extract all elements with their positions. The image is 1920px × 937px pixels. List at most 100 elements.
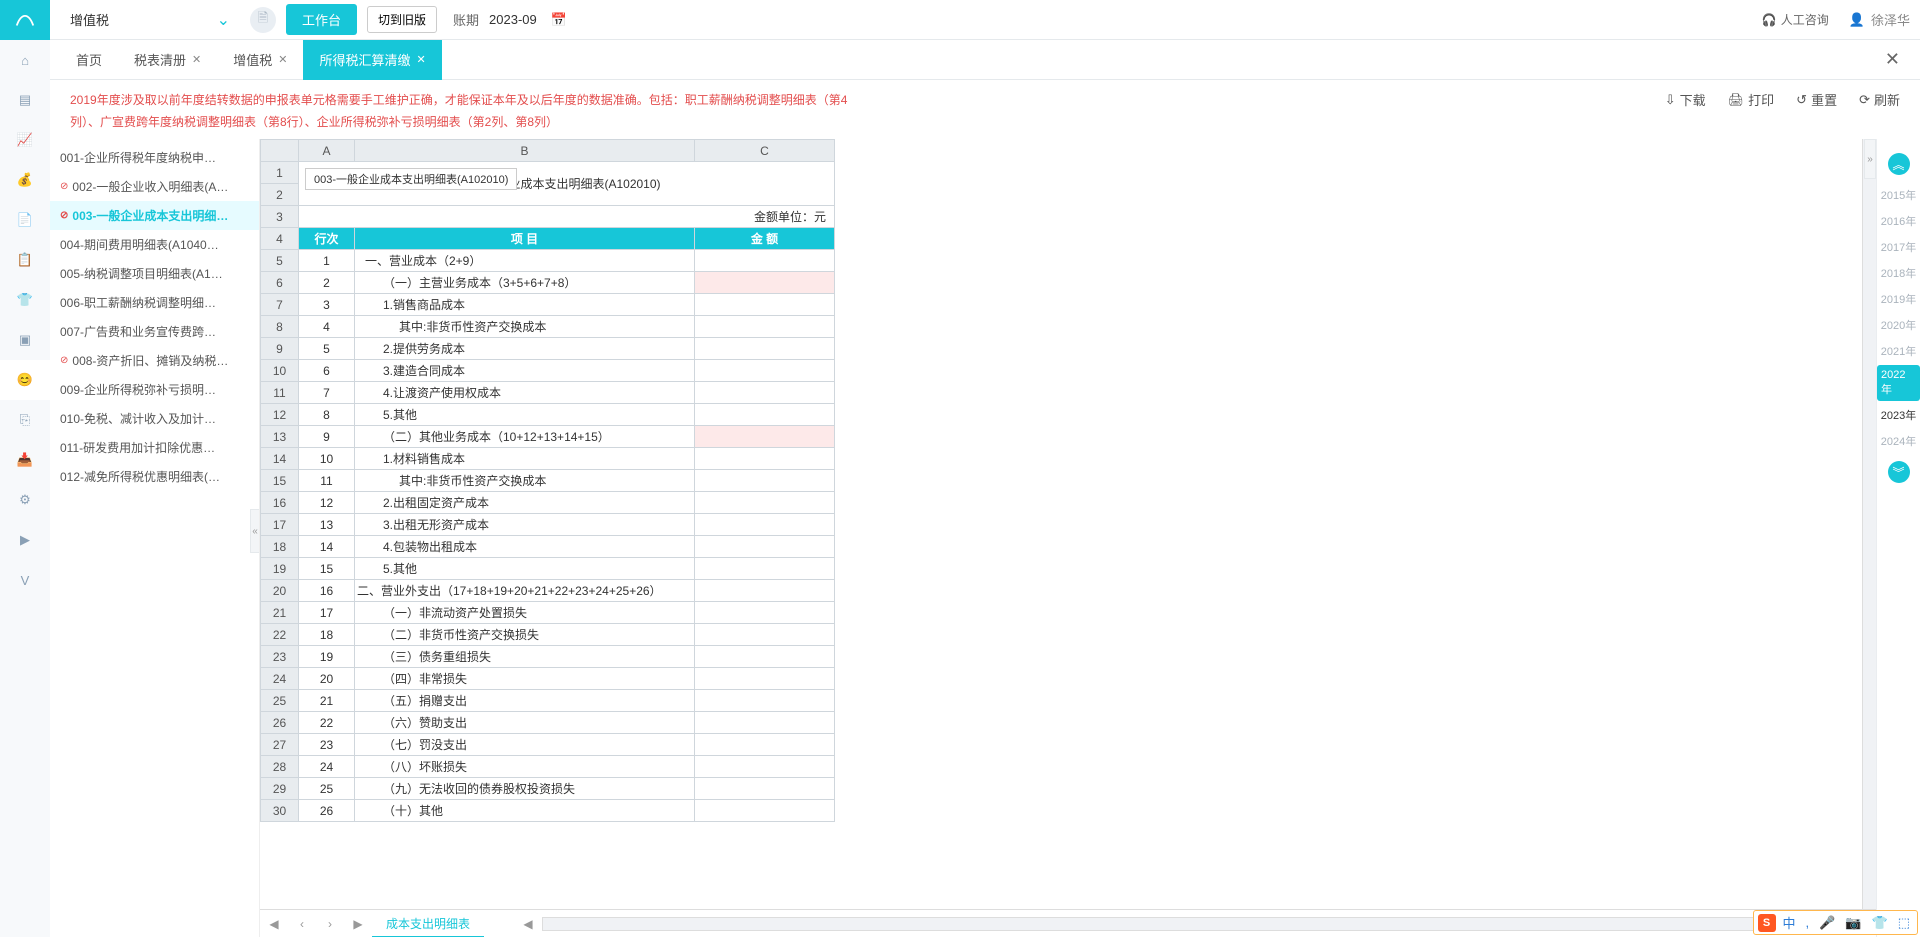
cell-seq[interactable]: 12 xyxy=(299,492,355,514)
cell-amount[interactable] xyxy=(695,294,835,316)
cell-seq[interactable]: 17 xyxy=(299,602,355,624)
year-item[interactable]: 2023年 xyxy=(1881,403,1916,427)
cell-project[interactable]: 其中:非货币性资产交换成本 xyxy=(355,316,695,338)
cell-seq[interactable]: 1 xyxy=(299,250,355,272)
year-item[interactable]: 2016年 xyxy=(1881,209,1916,233)
cell-project[interactable]: （二）其他业务成本（10+12+13+14+15） xyxy=(355,426,695,448)
nav-chart-icon[interactable]: 📈 xyxy=(0,120,50,160)
horizontal-scrollbar[interactable]: ◀▶ xyxy=(514,917,1876,931)
year-item[interactable]: 2022年 xyxy=(1877,365,1920,401)
year-item[interactable]: 2017年 xyxy=(1881,235,1916,259)
nav-tax-icon[interactable]: 😊 xyxy=(0,360,50,400)
cell-amount[interactable] xyxy=(695,316,835,338)
cell-seq[interactable]: 2 xyxy=(299,272,355,294)
cell-seq[interactable]: 13 xyxy=(299,514,355,536)
cell-amount[interactable] xyxy=(695,734,835,756)
ime-camera-icon[interactable]: 📷 xyxy=(1842,915,1864,931)
row-header[interactable]: 24 xyxy=(261,668,299,690)
cell-amount[interactable] xyxy=(695,646,835,668)
cell-amount[interactable] xyxy=(695,470,835,492)
row-header[interactable]: 9 xyxy=(261,338,299,360)
cell-seq[interactable]: 16 xyxy=(299,580,355,602)
doc-icon[interactable]: 🗎 xyxy=(250,7,276,33)
row-header[interactable]: 15 xyxy=(261,470,299,492)
ime-mic-icon[interactable]: 🎤 xyxy=(1816,915,1838,931)
cell-amount[interactable] xyxy=(695,624,835,646)
ime-grid-icon[interactable]: ⬚ xyxy=(1895,915,1913,931)
cell-project[interactable]: 二、营业外支出（17+18+19+20+21+22+23+24+25+26） xyxy=(355,580,695,602)
cell-project[interactable]: 一、营业成本（2+9） xyxy=(355,250,695,272)
close-icon[interactable]: ✕ xyxy=(417,53,426,66)
form-list-item[interactable]: 006-职工薪酬纳税调整明细… xyxy=(50,288,259,317)
close-icon[interactable]: ✕ xyxy=(192,53,201,66)
user-menu[interactable]: 👤 徐泽华 xyxy=(1849,10,1910,29)
cell-project[interactable]: （一）非流动资产处置损失 xyxy=(355,602,695,624)
form-list-item[interactable]: 004-期间费用明细表(A1040… xyxy=(50,230,259,259)
form-list-item[interactable]: 012-减免所得税优惠明细表(… xyxy=(50,462,259,491)
vertical-scrollbar[interactable] xyxy=(1862,139,1876,909)
cell-seq[interactable]: 10 xyxy=(299,448,355,470)
cell-project[interactable]: 5.其他 xyxy=(355,404,695,426)
ime-skin-icon[interactable]: 👕 xyxy=(1869,915,1891,931)
cell-amount[interactable] xyxy=(695,272,835,294)
row-header[interactable]: 19 xyxy=(261,558,299,580)
cell-seq[interactable]: 9 xyxy=(299,426,355,448)
cell-project[interactable]: （二）非货币性资产交换损失 xyxy=(355,624,695,646)
cell-amount[interactable] xyxy=(695,690,835,712)
row-header[interactable]: 21 xyxy=(261,602,299,624)
row-header[interactable]: 12 xyxy=(261,404,299,426)
year-up-icon[interactable]: ︽ xyxy=(1888,153,1910,175)
nav-money-icon[interactable]: 💰 xyxy=(0,160,50,200)
cell-amount[interactable] xyxy=(695,426,835,448)
row-header[interactable]: 18 xyxy=(261,536,299,558)
cell-seq[interactable]: 7 xyxy=(299,382,355,404)
sheet-nav-prev[interactable]: ‹ xyxy=(288,917,316,931)
cell-seq[interactable]: 4 xyxy=(299,316,355,338)
nav-v-icon[interactable]: V xyxy=(0,560,50,600)
cell-project[interactable]: 2.出租固定资产成本 xyxy=(355,492,695,514)
row-header[interactable]: 6 xyxy=(261,272,299,294)
cell-seq[interactable]: 25 xyxy=(299,778,355,800)
form-list-item[interactable]: 005-纳税调整项目明细表(A1… xyxy=(50,259,259,288)
cell-amount[interactable] xyxy=(695,536,835,558)
cell-project[interactable]: 2.提供劳务成本 xyxy=(355,338,695,360)
workbench-button[interactable]: 工作台 xyxy=(286,4,357,35)
year-item[interactable]: 2015年 xyxy=(1881,183,1916,207)
sheet-nav-last[interactable]: ▶ xyxy=(344,917,372,931)
row-2[interactable]: 2 xyxy=(261,184,299,206)
col-a[interactable]: A xyxy=(299,140,355,162)
cell-project[interactable]: 3.出租无形资产成本 xyxy=(355,514,695,536)
nav-window-icon[interactable]: ▣ xyxy=(0,320,50,360)
cell-amount[interactable] xyxy=(695,602,835,624)
cell-seq[interactable]: 19 xyxy=(299,646,355,668)
row-header[interactable]: 7 xyxy=(261,294,299,316)
row-header[interactable]: 30 xyxy=(261,800,299,822)
sheet-nav-first[interactable]: ◀ xyxy=(260,917,288,931)
cell-amount[interactable] xyxy=(695,448,835,470)
col-c[interactable]: C xyxy=(695,140,835,162)
row-header[interactable]: 20 xyxy=(261,580,299,602)
row-header[interactable]: 28 xyxy=(261,756,299,778)
row-header[interactable]: 22 xyxy=(261,624,299,646)
year-item[interactable]: 2019年 xyxy=(1881,287,1916,311)
form-list-item[interactable]: ⊘003-一般企业成本支出明细… xyxy=(50,201,259,230)
tab-所得税汇算清缴[interactable]: 所得税汇算清缴✕ xyxy=(303,40,441,80)
cell-amount[interactable] xyxy=(695,778,835,800)
form-list-item[interactable]: 001-企业所得税年度纳税申… xyxy=(50,143,259,172)
cell-seq[interactable]: 8 xyxy=(299,404,355,426)
cell-project[interactable]: （四）非常损失 xyxy=(355,668,695,690)
old-version-button[interactable]: 切到旧版 xyxy=(367,6,437,33)
row-header[interactable]: 8 xyxy=(261,316,299,338)
form-list-item[interactable]: 010-免税、减计收入及加计… xyxy=(50,404,259,433)
calendar-icon[interactable]: 📅 xyxy=(551,12,567,28)
refresh-button[interactable]: ⟳刷新 xyxy=(1859,90,1900,109)
form-list-item[interactable]: ⊘008-资产折旧、摊销及纳税… xyxy=(50,346,259,375)
nav-ledger-icon[interactable]: ▤ xyxy=(0,80,50,120)
form-list-item[interactable]: ⊘002-一般企业收入明细表(A… xyxy=(50,172,259,201)
cell-amount[interactable] xyxy=(695,360,835,382)
cell-amount[interactable] xyxy=(695,492,835,514)
sheet-nav-next[interactable]: › xyxy=(316,917,344,931)
sheet-tab[interactable]: 成本支出明细表 xyxy=(372,910,484,937)
ime-toolbar[interactable]: S 中 , 🎤 📷 👕 ⬚ xyxy=(1753,910,1919,935)
cell-amount[interactable] xyxy=(695,514,835,536)
